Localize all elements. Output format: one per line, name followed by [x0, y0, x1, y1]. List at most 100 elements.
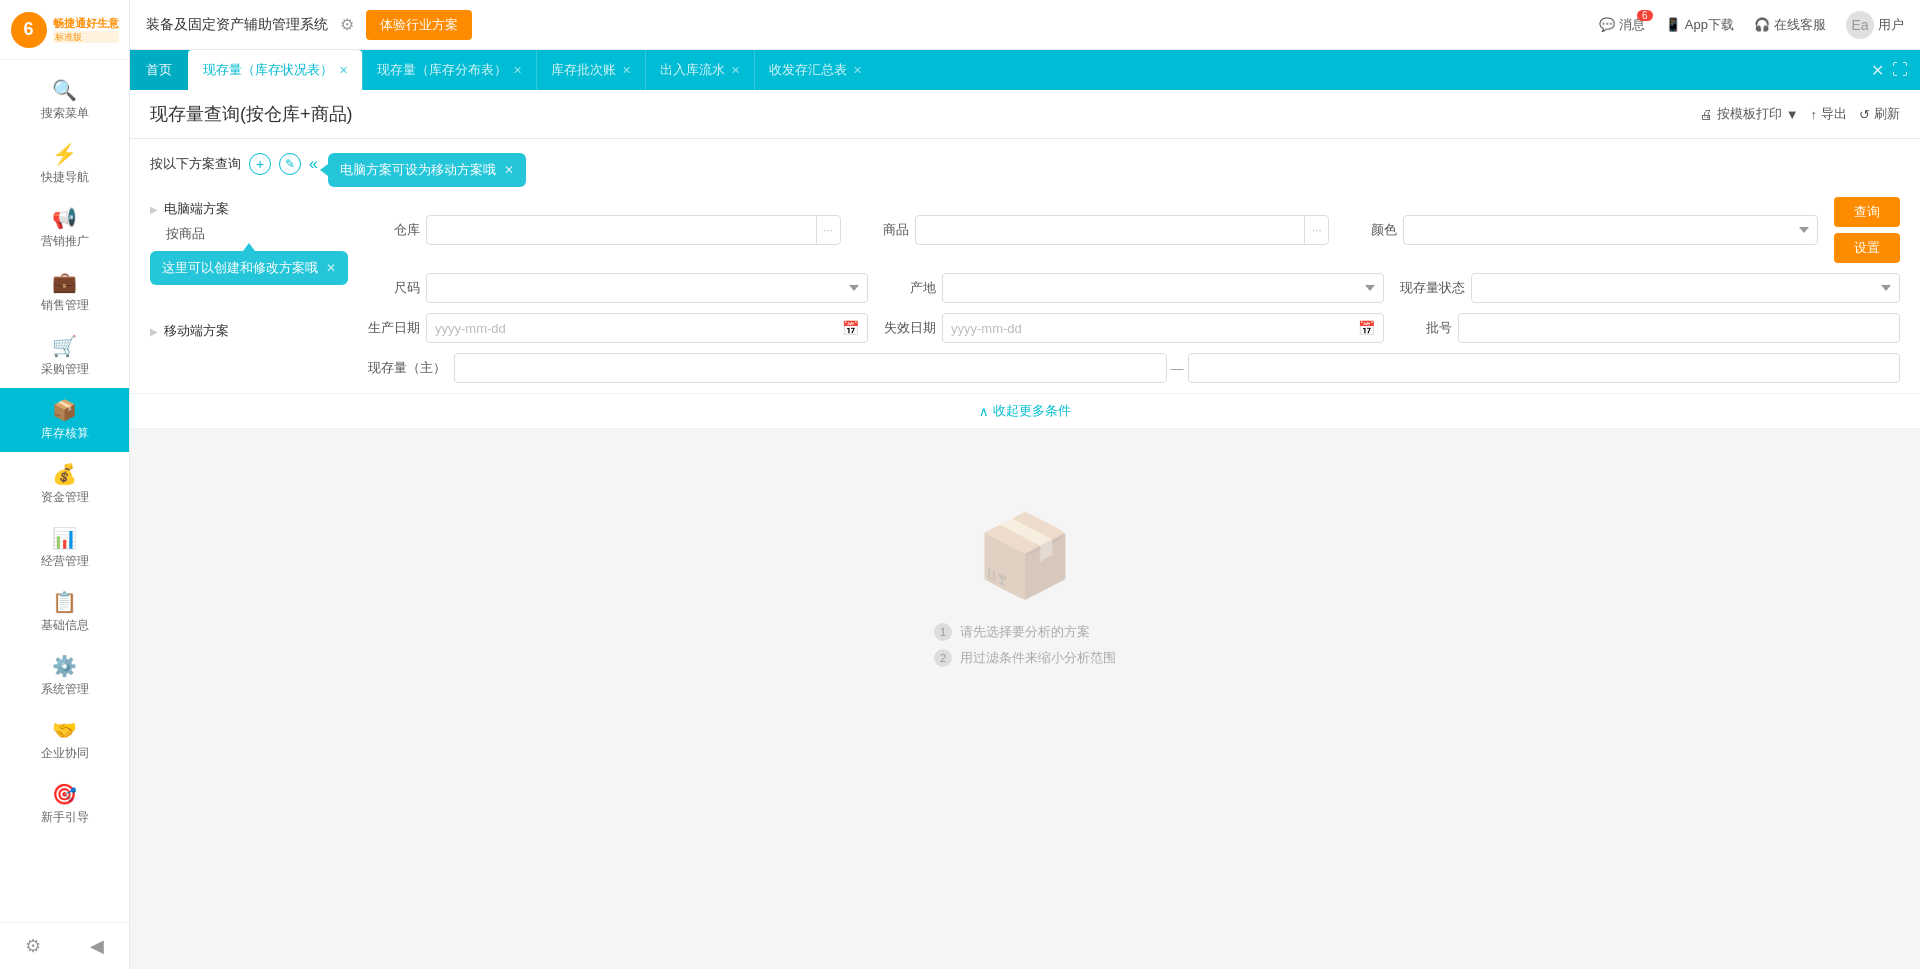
production-date-input[interactable]: yyyy-mm-dd 📅: [426, 313, 868, 343]
stock-qty-label: 现存量（主）: [368, 359, 446, 377]
tab-collect[interactable]: 收发存汇总表 ✕: [754, 50, 876, 90]
sidebar-item-label: 资金管理: [41, 489, 89, 506]
user-menu[interactable]: Ea 用户: [1846, 11, 1904, 39]
sidebar-item-sales[interactable]: 💼 销售管理: [0, 260, 129, 324]
tab-inout-label: 出入库流水: [660, 61, 725, 79]
tab-stock-dist-close[interactable]: ✕: [513, 64, 522, 77]
sidebar-item-enterprise[interactable]: 🤝 企业协同: [0, 708, 129, 772]
headset-icon: 🎧: [1754, 17, 1770, 32]
collapse-row: ∧ 收起更多条件: [130, 393, 1920, 428]
warehouse-menu-icon[interactable]: ···: [816, 216, 840, 244]
search-icon: 🔍: [52, 78, 77, 102]
collapse-button[interactable]: ∧ 收起更多条件: [979, 402, 1071, 420]
tab-inout[interactable]: 出入库流水 ✕: [645, 50, 754, 90]
print-button[interactable]: 🖨 按模板打印 ▼: [1700, 105, 1799, 123]
size-select[interactable]: [426, 273, 868, 303]
prod-date-label: 生产日期: [368, 319, 420, 337]
reset-button[interactable]: 设置: [1834, 233, 1900, 263]
sidebar-item-guide[interactable]: 🎯 新手引导: [0, 772, 129, 836]
tab-stock-status-close[interactable]: ✕: [339, 64, 348, 77]
topbar: 装备及固定资产辅助管理系统 ⚙ 体验行业方案 💬 消息 6 📱 App下载 🎧 …: [130, 0, 1920, 50]
logo-text: 畅捷通好生意 标准版: [53, 16, 119, 44]
batch-no-label: 批号: [1400, 319, 1452, 337]
goods-label: 商品: [857, 221, 909, 239]
expiry-date-field: 失效日期 yyyy-mm-dd 📅: [884, 313, 1384, 343]
tab-collect-label: 收发存汇总表: [769, 61, 847, 79]
collapse-chevron-icon: ∧: [979, 404, 989, 419]
scheme-name-item[interactable]: 按商品: [150, 225, 348, 243]
sidebar-item-basic[interactable]: 📋 基础信息: [0, 580, 129, 644]
tab-stock-dist-label: 现存量（库存分布表）: [377, 61, 507, 79]
warehouse-input[interactable]: ···: [426, 215, 841, 245]
tab-collect-close[interactable]: ✕: [853, 64, 862, 77]
sidebar-item-marketing[interactable]: 📢 营销推广: [0, 196, 129, 260]
origin-select[interactable]: [942, 273, 1384, 303]
pc-scheme-row: ▶ 电脑端方案: [150, 197, 348, 221]
search-button[interactable]: 查询: [1834, 197, 1900, 227]
edit-scheme-button[interactable]: ✎: [279, 153, 301, 175]
production-date-field: 生产日期 yyyy-mm-dd 📅: [368, 313, 868, 343]
sidebar-item-inventory[interactable]: 📦 库存核算: [0, 388, 129, 452]
filter-panel: 按以下方案查询 + ✎ « 电脑方案可设为移动方案哦 ✕: [130, 139, 1920, 429]
prod-date-calendar-icon: 📅: [842, 320, 859, 336]
batch-no-input[interactable]: [1458, 313, 1900, 343]
color-field: 颜色: [1345, 215, 1818, 245]
tab-batch-close[interactable]: ✕: [622, 64, 631, 77]
sidebar-item-finance[interactable]: 💰 资金管理: [0, 452, 129, 516]
money-icon: 💰: [52, 462, 77, 486]
clipboard-icon: 📋: [52, 590, 77, 614]
sidebar-item-purchase[interactable]: 🛒 采购管理: [0, 324, 129, 388]
sidebar-item-quick[interactable]: ⚡ 快捷导航: [0, 132, 129, 196]
logo-name: 畅捷通好生意: [53, 16, 119, 31]
tab-stock-status-label: 现存量（库存状况表）: [203, 61, 333, 79]
collapse-sidebar-icon[interactable]: ◀: [90, 935, 104, 957]
tab-home[interactable]: 首页: [130, 50, 188, 90]
color-label: 颜色: [1345, 221, 1397, 239]
tab-batch[interactable]: 库存批次账 ✕: [536, 50, 645, 90]
goods-menu-icon[interactable]: ···: [1304, 216, 1328, 244]
logo-badge: 标准版: [53, 31, 119, 44]
expiry-date-label: 失效日期: [884, 319, 936, 337]
target-icon: 🎯: [52, 782, 77, 806]
export-button[interactable]: ↑ 导出: [1811, 105, 1848, 123]
close-all-tabs-icon[interactable]: ✕: [1871, 61, 1884, 80]
expiry-date-input[interactable]: yyyy-mm-dd 📅: [942, 313, 1384, 343]
size-field: 尺码: [368, 273, 868, 303]
refresh-button[interactable]: ↺ 刷新: [1859, 105, 1900, 123]
add-scheme-button[interactable]: +: [249, 153, 271, 175]
online-support-button[interactable]: 🎧 在线客服: [1754, 16, 1826, 34]
stock-qty-min-input[interactable]: [454, 353, 1167, 383]
topbar-gear-icon[interactable]: ⚙: [340, 15, 354, 34]
cart-icon: 🛒: [52, 334, 77, 358]
tab-stock-dist[interactable]: 现存量（库存分布表） ✕: [362, 50, 536, 90]
online-support-label: 在线客服: [1774, 16, 1826, 34]
industry-plan-button[interactable]: 体验行业方案: [366, 10, 472, 40]
system-name: 装备及固定资产辅助管理系统: [146, 16, 328, 34]
message-button[interactable]: 💬 消息 6: [1599, 16, 1645, 34]
hint-num-1: 1: [934, 623, 952, 641]
goods-input[interactable]: ···: [915, 215, 1330, 245]
tab-inout-close[interactable]: ✕: [731, 64, 740, 77]
app-download-button[interactable]: 📱 App下载: [1665, 16, 1734, 34]
tab-stock-status[interactable]: 现存量（库存状况表） ✕: [188, 50, 362, 90]
batch-no-field: 批号: [1400, 313, 1900, 343]
scheme-arrow-button[interactable]: «: [309, 155, 318, 173]
sidebar-item-label: 系统管理: [41, 681, 89, 698]
tooltip1-close[interactable]: ✕: [504, 163, 514, 177]
scheme-group: ▶ 电脑端方案 按商品 这里可以创建和修改方案哦 ✕: [150, 197, 348, 343]
mobile-scheme-row: ▶ 移动端方案: [150, 319, 348, 343]
briefcase-icon: 💼: [52, 270, 77, 294]
sidebar-item-system[interactable]: ⚙️ 系统管理: [0, 644, 129, 708]
empty-state-text: 1 请先选择要分析的方案 2 用过滤条件来缩小分析范围: [934, 623, 1116, 667]
phone-icon: 📱: [1665, 17, 1681, 32]
stock-status-select[interactable]: [1471, 273, 1900, 303]
handshake-icon: 🤝: [52, 718, 77, 742]
color-select[interactable]: [1403, 215, 1818, 245]
sidebar-item-operations[interactable]: 📊 经营管理: [0, 516, 129, 580]
stock-qty-max-input[interactable]: [1188, 353, 1901, 383]
tab-home-label: 首页: [146, 61, 172, 79]
sidebar-item-search[interactable]: 🔍 搜索菜单: [0, 68, 129, 132]
settings-icon[interactable]: ⚙: [25, 935, 41, 957]
expand-tab-icon[interactable]: ⛶: [1892, 61, 1908, 79]
tooltip2-close[interactable]: ✕: [326, 261, 336, 275]
